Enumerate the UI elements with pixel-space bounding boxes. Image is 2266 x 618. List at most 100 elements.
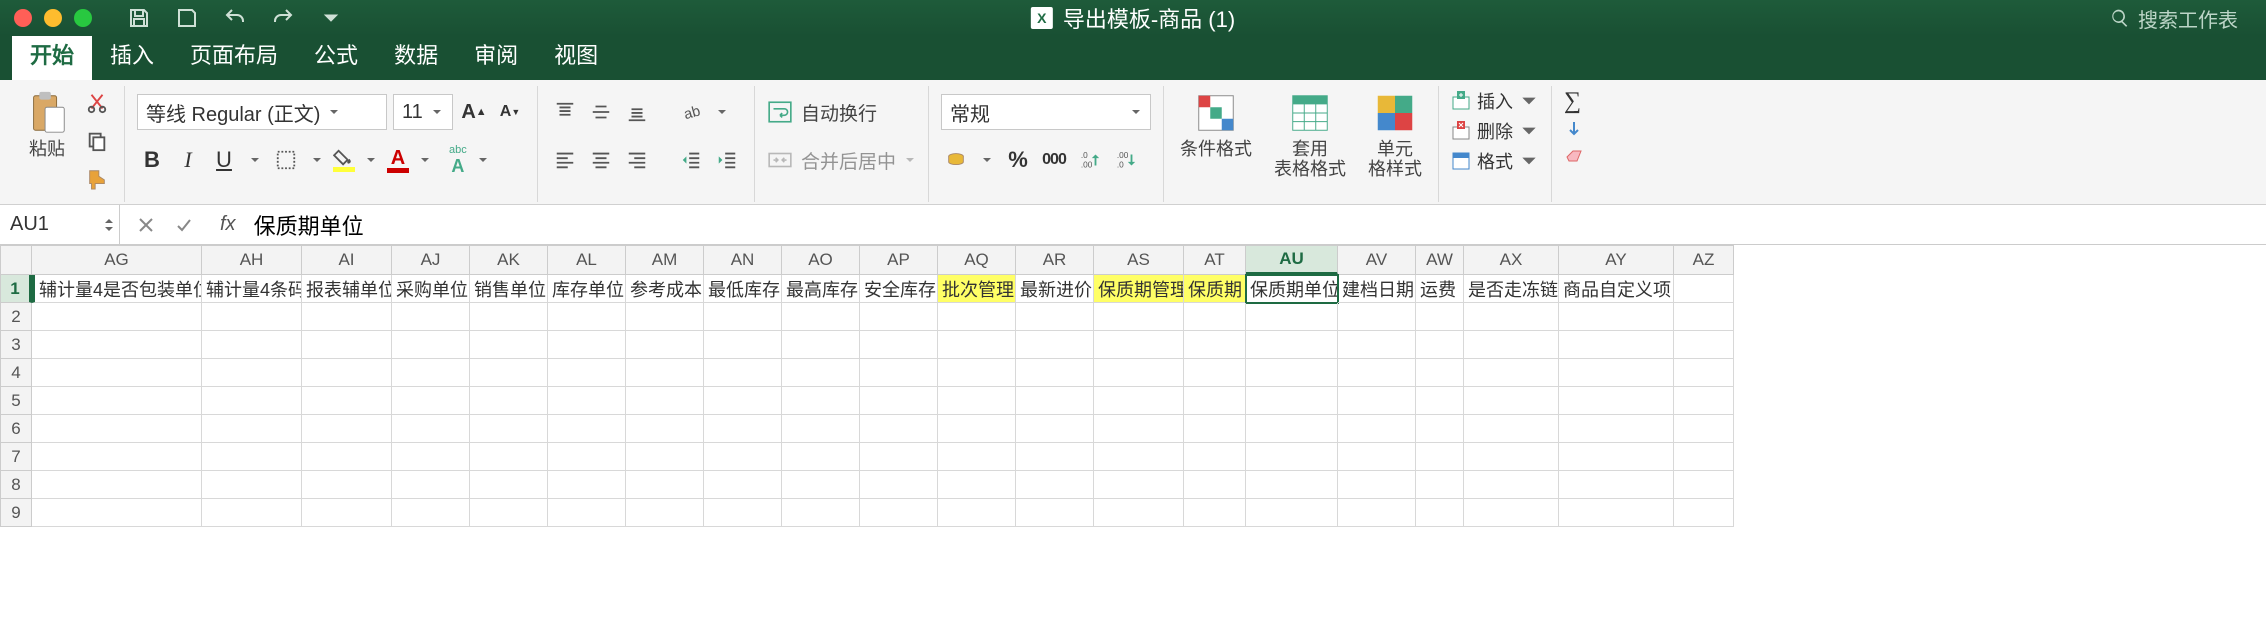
cell-AY4[interactable] [1559, 359, 1674, 387]
tab-review[interactable]: 审阅 [456, 30, 536, 80]
column-header-AH[interactable]: AH [202, 245, 302, 275]
column-header-AL[interactable]: AL [548, 245, 626, 275]
cell-AZ7[interactable] [1674, 443, 1734, 471]
underline-icon[interactable]: U [209, 145, 239, 175]
cell-AU3[interactable] [1246, 331, 1338, 359]
cell-AI8[interactable] [302, 471, 392, 499]
cell-AJ6[interactable] [392, 415, 470, 443]
column-header-AU[interactable]: AU [1246, 245, 1338, 275]
column-header-AN[interactable]: AN [704, 245, 782, 275]
cell-AN6[interactable] [704, 415, 782, 443]
cell-AH8[interactable] [202, 471, 302, 499]
search-box[interactable]: 搜索工作表 [2110, 4, 2266, 33]
cell-AQ8[interactable] [938, 471, 1016, 499]
cell-AX3[interactable] [1464, 331, 1559, 359]
close-window-icon[interactable] [14, 9, 32, 27]
cell-AK3[interactable] [470, 331, 548, 359]
cell-AG7[interactable] [32, 443, 202, 471]
tab-insert[interactable]: 插入 [92, 30, 172, 80]
cell-AI9[interactable] [302, 499, 392, 527]
cell-AR5[interactable] [1016, 387, 1094, 415]
decrease-font-icon[interactable]: A▼ [495, 97, 525, 127]
align-left-icon[interactable] [550, 145, 580, 175]
cell-AI7[interactable] [302, 443, 392, 471]
autosum-button[interactable]: ∑ [1564, 88, 1584, 115]
cell-AQ1[interactable]: 批次管理 [938, 275, 1016, 303]
cell-AG6[interactable] [32, 415, 202, 443]
column-header-AZ[interactable]: AZ [1674, 245, 1734, 275]
cell-AM5[interactable] [626, 387, 704, 415]
name-box-down-icon[interactable] [103, 225, 115, 233]
decrease-decimal-icon[interactable]: .00.0 [1111, 145, 1141, 175]
format-as-table-button[interactable]: 套用 表格格式 [1270, 88, 1350, 182]
cell-AK6[interactable] [470, 415, 548, 443]
column-header-AV[interactable]: AV [1338, 245, 1416, 275]
cell-AY6[interactable] [1559, 415, 1674, 443]
cell-AZ8[interactable] [1674, 471, 1734, 499]
cell-AI4[interactable] [302, 359, 392, 387]
border-dropdown-icon[interactable] [307, 150, 327, 170]
cell-AP9[interactable] [860, 499, 938, 527]
tab-formulas[interactable]: 公式 [296, 30, 376, 80]
comma-style-icon[interactable]: 000 [1039, 145, 1069, 175]
cell-AK5[interactable] [470, 387, 548, 415]
cell-AT4[interactable] [1184, 359, 1246, 387]
font-color-dropdown-icon[interactable] [415, 150, 435, 170]
save-as-icon[interactable] [172, 3, 202, 33]
tab-page-layout[interactable]: 页面布局 [172, 30, 296, 80]
row-header-7[interactable]: 7 [0, 443, 32, 471]
cell-AO8[interactable] [782, 471, 860, 499]
cell-AM8[interactable] [626, 471, 704, 499]
cell-AU4[interactable] [1246, 359, 1338, 387]
cell-AK1[interactable]: 销售单位 [470, 275, 548, 303]
percent-icon[interactable]: % [1003, 145, 1033, 175]
increase-font-icon[interactable]: A▲ [459, 97, 489, 127]
cell-AK2[interactable] [470, 303, 548, 331]
cell-AW6[interactable] [1416, 415, 1464, 443]
cell-AS7[interactable] [1094, 443, 1184, 471]
cell-AH6[interactable] [202, 415, 302, 443]
qat-customize-icon[interactable] [316, 3, 346, 33]
cell-AV6[interactable] [1338, 415, 1416, 443]
cell-AS1[interactable]: 保质期管理 [1094, 275, 1184, 303]
cell-AO4[interactable] [782, 359, 860, 387]
cell-AS3[interactable] [1094, 331, 1184, 359]
cell-AJ2[interactable] [392, 303, 470, 331]
cell-AT9[interactable] [1184, 499, 1246, 527]
cell-AX2[interactable] [1464, 303, 1559, 331]
row-header-9[interactable]: 9 [0, 499, 32, 527]
cell-AR1[interactable]: 最新进价 [1016, 275, 1094, 303]
cell-AP3[interactable] [860, 331, 938, 359]
cell-AL3[interactable] [548, 331, 626, 359]
column-header-AI[interactable]: AI [302, 245, 392, 275]
format-painter-icon[interactable] [82, 164, 112, 194]
column-header-AR[interactable]: AR [1016, 245, 1094, 275]
cell-AX7[interactable] [1464, 443, 1559, 471]
cell-AY2[interactable] [1559, 303, 1674, 331]
cell-AI6[interactable] [302, 415, 392, 443]
cell-AU6[interactable] [1246, 415, 1338, 443]
font-color-icon[interactable]: A [387, 148, 409, 173]
cell-AW8[interactable] [1416, 471, 1464, 499]
minimize-window-icon[interactable] [44, 9, 62, 27]
cell-AX9[interactable] [1464, 499, 1559, 527]
cell-AX6[interactable] [1464, 415, 1559, 443]
cell-AN8[interactable] [704, 471, 782, 499]
increase-decimal-icon[interactable]: .0.00 [1075, 145, 1105, 175]
cell-AR8[interactable] [1016, 471, 1094, 499]
cell-AQ2[interactable] [938, 303, 1016, 331]
maximize-window-icon[interactable] [74, 9, 92, 27]
cell-AH1[interactable]: 辅计量4条码 [202, 275, 302, 303]
cell-AT6[interactable] [1184, 415, 1246, 443]
merge-center-button[interactable]: 合并后居中 [767, 136, 916, 184]
cell-AN3[interactable] [704, 331, 782, 359]
paste-button[interactable]: 粘贴 [20, 88, 74, 194]
cell-AI2[interactable] [302, 303, 392, 331]
select-all-corner[interactable] [0, 245, 32, 275]
insert-cells-button[interactable]: 插入 [1451, 88, 1539, 114]
currency-dropdown-icon[interactable] [977, 150, 997, 170]
align-top-icon[interactable] [550, 97, 580, 127]
cell-AW1[interactable]: 运费 [1416, 275, 1464, 303]
cell-AG8[interactable] [32, 471, 202, 499]
cell-AR4[interactable] [1016, 359, 1094, 387]
